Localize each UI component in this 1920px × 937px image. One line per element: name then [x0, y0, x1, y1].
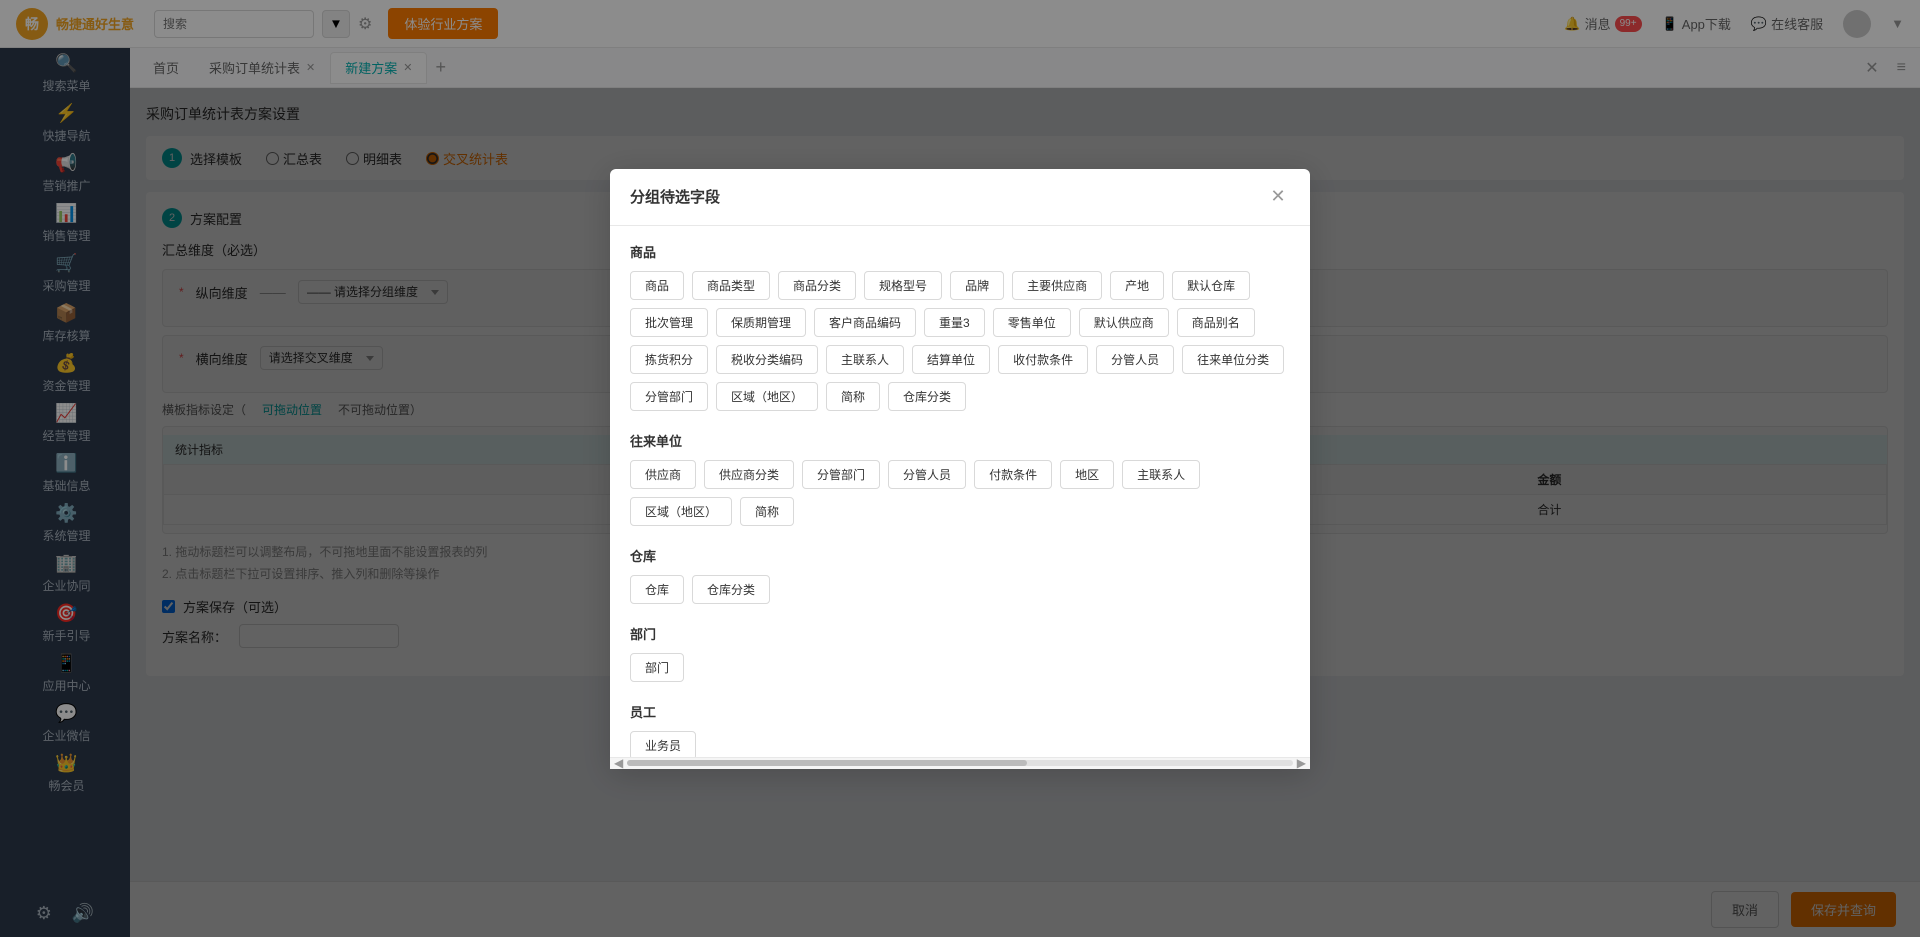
field-tag[interactable]: 税收分类编码: [716, 345, 818, 374]
modal-body: 商品商品商品类型商品分类规格型号品牌主要供应商产地默认仓库批次管理保质期管理客户…: [610, 226, 1310, 757]
field-tag[interactable]: 商品分类: [778, 271, 856, 300]
field-section-partner: 往来单位供应商供应商分类分管部门分管人员付款条件地区主联系人区域（地区） 简称: [630, 431, 1290, 526]
field-tag[interactable]: 商品: [630, 271, 684, 300]
field-tag[interactable]: 商品别名: [1177, 308, 1255, 337]
field-section-department: 部门部门: [630, 624, 1290, 682]
field-tag[interactable]: 分管部门: [630, 382, 708, 411]
hscroll-left-arrow[interactable]: ◀: [614, 756, 627, 770]
field-tag[interactable]: 简称: [826, 382, 880, 411]
field-tag[interactable]: 区域（地区）: [716, 382, 818, 411]
field-tags-product: 商品商品类型商品分类规格型号品牌主要供应商产地默认仓库批次管理保质期管理客户商品…: [630, 271, 1290, 411]
field-tag[interactable]: 品牌: [950, 271, 1004, 300]
hscroll-thumb: [627, 760, 1026, 766]
field-tag[interactable]: 结算单位: [912, 345, 990, 374]
field-tag[interactable]: 保质期管理: [716, 308, 806, 337]
field-tag[interactable]: 主要供应商: [1012, 271, 1102, 300]
modal-close-button[interactable]: ✕: [1266, 185, 1290, 209]
field-tag[interactable]: 业务员: [630, 731, 696, 757]
field-section-warehouse: 仓库仓库仓库分类: [630, 546, 1290, 604]
field-tag[interactable]: 默认供应商: [1079, 308, 1169, 337]
field-tags-partner: 供应商供应商分类分管部门分管人员付款条件地区主联系人区域（地区） 简称: [630, 460, 1290, 526]
field-tag[interactable]: 重量3: [924, 308, 985, 337]
field-section-title-warehouse: 仓库: [630, 546, 1290, 565]
field-tag[interactable]: 规格型号: [864, 271, 942, 300]
field-tag[interactable]: 主联系人: [826, 345, 904, 374]
hscroll-track: [627, 760, 1293, 766]
field-tag[interactable]: 产地: [1110, 271, 1164, 300]
field-tag[interactable]: 零售单位: [993, 308, 1071, 337]
field-tag[interactable]: 区域（地区）: [630, 497, 732, 526]
field-tag[interactable]: 供应商: [630, 460, 696, 489]
field-section-title-employee: 员工: [630, 702, 1290, 721]
modal-overlay[interactable]: 分组待选字段 ✕ 商品商品商品类型商品分类规格型号品牌主要供应商产地默认仓库批次…: [0, 0, 1920, 937]
field-tag[interactable]: 简称: [740, 497, 794, 526]
field-tag[interactable]: 分管人员: [888, 460, 966, 489]
modal: 分组待选字段 ✕ 商品商品商品类型商品分类规格型号品牌主要供应商产地默认仓库批次…: [610, 169, 1310, 769]
field-section-title-department: 部门: [630, 624, 1290, 643]
field-tag[interactable]: 拣货积分: [630, 345, 708, 374]
field-tag[interactable]: 收付款条件: [998, 345, 1088, 374]
field-tag[interactable]: 仓库分类: [692, 575, 770, 604]
field-tag[interactable]: 往来单位分类: [1182, 345, 1284, 374]
field-tag[interactable]: 仓库: [630, 575, 684, 604]
field-tag[interactable]: 分管人员: [1096, 345, 1174, 374]
field-tag[interactable]: 商品类型: [692, 271, 770, 300]
field-tag[interactable]: 仓库分类: [888, 382, 966, 411]
modal-title: 分组待选字段: [630, 186, 720, 207]
field-tag[interactable]: 客户商品编码: [814, 308, 916, 337]
field-section-title-product: 商品: [630, 242, 1290, 261]
field-tags-department: 部门: [630, 653, 1290, 682]
modal-horizontal-scrollbar[interactable]: ◀ ▶: [610, 757, 1310, 769]
field-tag[interactable]: 分管部门: [802, 460, 880, 489]
hscroll-right-arrow[interactable]: ▶: [1293, 756, 1306, 770]
field-section-product: 商品商品商品类型商品分类规格型号品牌主要供应商产地默认仓库批次管理保质期管理客户…: [630, 242, 1290, 411]
field-section-title-partner: 往来单位: [630, 431, 1290, 450]
field-tag[interactable]: 主联系人: [1122, 460, 1200, 489]
field-tag[interactable]: 供应商分类: [704, 460, 794, 489]
field-tag[interactable]: 付款条件: [974, 460, 1052, 489]
modal-header: 分组待选字段 ✕: [610, 169, 1310, 226]
field-tags-warehouse: 仓库仓库分类: [630, 575, 1290, 604]
field-tag[interactable]: 默认仓库: [1172, 271, 1250, 300]
field-section-employee: 员工业务员: [630, 702, 1290, 757]
field-tag[interactable]: 部门: [630, 653, 684, 682]
field-tags-employee: 业务员: [630, 731, 1290, 757]
field-tag[interactable]: 批次管理: [630, 308, 708, 337]
field-tag[interactable]: 地区: [1060, 460, 1114, 489]
